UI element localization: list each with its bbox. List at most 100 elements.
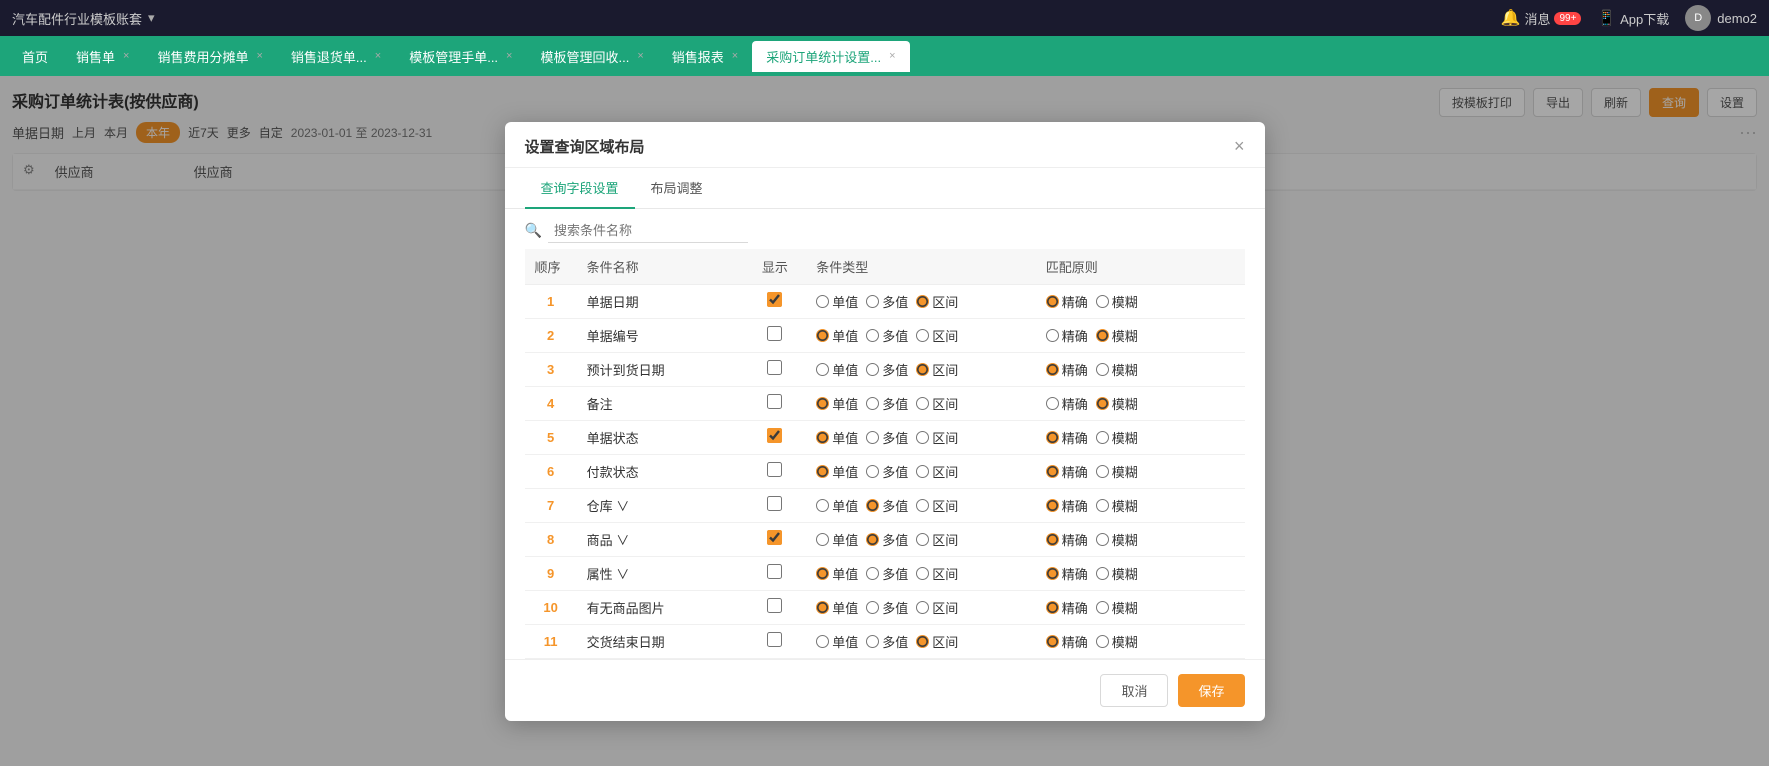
- dialog-tabs: 查询字段设置 布局调整: [505, 168, 1265, 209]
- row-type-cell: 单值多值区间: [806, 590, 1036, 624]
- match-radio-group: 精确模糊: [1046, 292, 1235, 311]
- avatar[interactable]: D demo2: [1685, 5, 1757, 31]
- row-show-cell: [744, 488, 807, 522]
- show-checkbox[interactable]: [767, 394, 782, 409]
- table-row: 7仓库 ∨ 单值多值区间精确模糊: [525, 488, 1245, 522]
- row-condition-name: 属性 ∨: [577, 556, 744, 590]
- row-condition-name: 商品 ∨: [577, 522, 744, 556]
- close-icon[interactable]: ×: [506, 50, 512, 62]
- dialog-close-button[interactable]: ×: [1234, 137, 1245, 155]
- row-show-cell: [744, 318, 807, 352]
- modal-overlay: 设置查询区域布局 × 查询字段设置 布局调整 🔍 顺序 条件名: [0, 76, 1769, 766]
- dialog-table-wrap: 顺序 条件名称 显示 条件类型 匹配原则 1单据日期单值多值区间精确模糊2单据编…: [505, 249, 1265, 659]
- nav-tab-home[interactable]: 首页: [8, 41, 62, 72]
- row-show-cell: [744, 386, 807, 420]
- row-show-cell: [744, 284, 807, 318]
- row-condition-name: 仓库 ∨: [577, 488, 744, 522]
- cancel-button[interactable]: 取消: [1100, 674, 1168, 707]
- show-checkbox[interactable]: [767, 428, 782, 443]
- match-radio-group: 精确模糊: [1046, 326, 1235, 345]
- type-radio-group: 单值多值区间: [816, 598, 1026, 617]
- dialog-title: 设置查询区域布局: [525, 136, 645, 157]
- row-match-cell: 精确模糊: [1036, 386, 1245, 420]
- row-seq: 7: [525, 488, 577, 522]
- show-checkbox[interactable]: [767, 632, 782, 647]
- show-checkbox[interactable]: [767, 326, 782, 341]
- nav-tab-report[interactable]: 销售报表 ×: [658, 41, 752, 72]
- search-input[interactable]: [548, 219, 748, 243]
- row-seq: 6: [525, 454, 577, 488]
- close-icon[interactable]: ×: [637, 50, 643, 62]
- nav-tab-sales[interactable]: 销售单 ×: [62, 41, 143, 72]
- row-show-cell: [744, 352, 807, 386]
- match-radio-group: 精确模糊: [1046, 394, 1235, 413]
- row-condition-name: 单据日期: [577, 284, 744, 318]
- show-checkbox[interactable]: [767, 292, 782, 307]
- save-button[interactable]: 保存: [1178, 674, 1244, 707]
- close-icon[interactable]: ×: [889, 50, 895, 62]
- row-type-cell: 单值多值区间: [806, 488, 1036, 522]
- show-checkbox[interactable]: [767, 598, 782, 613]
- table-row: 2单据编号单值多值区间精确模糊: [525, 318, 1245, 352]
- top-bar-right: 🔔 消息 99+ 📱 App下载 D demo2: [1501, 5, 1757, 31]
- show-checkbox[interactable]: [767, 564, 782, 579]
- type-radio-group: 单值多值区间: [816, 394, 1026, 413]
- notification-icon[interactable]: 🔔 消息 99+: [1501, 8, 1582, 28]
- table-row: 9属性 ∨单值多值区间精确模糊: [525, 556, 1245, 590]
- match-radio-group: 精确模糊: [1046, 598, 1235, 617]
- type-radio-group: 单值多值区间: [816, 530, 1026, 549]
- col-header-show: 显示: [744, 249, 807, 285]
- row-seq: 5: [525, 420, 577, 454]
- row-match-cell: 精确模糊: [1036, 488, 1245, 522]
- close-icon[interactable]: ×: [732, 50, 738, 62]
- type-radio-group: 单值多值区间: [816, 326, 1026, 345]
- row-show-cell: [744, 420, 807, 454]
- nav-tab-expense[interactable]: 销售费用分摊单 ×: [143, 41, 276, 72]
- row-type-cell: 单值多值区间: [806, 522, 1036, 556]
- table-row: 10有无商品图片单值多值区间精确模糊: [525, 590, 1245, 624]
- table-row: 5单据状态单值多值区间精确模糊: [525, 420, 1245, 454]
- match-radio-group: 精确模糊: [1046, 462, 1235, 481]
- match-radio-group: 精确模糊: [1046, 530, 1235, 549]
- dialog-footer: 取消 保存: [505, 659, 1265, 721]
- row-show-cell: [744, 590, 807, 624]
- row-match-cell: 精确模糊: [1036, 352, 1245, 386]
- show-checkbox[interactable]: [767, 496, 782, 511]
- match-radio-group: 精确模糊: [1046, 632, 1235, 651]
- row-seq: 8: [525, 522, 577, 556]
- col-header-name: 条件名称: [577, 249, 744, 285]
- row-condition-name: 交货结束日期: [577, 624, 744, 658]
- col-header-seq: 顺序: [525, 249, 577, 285]
- nav-tab-template2[interactable]: 模板管理回收... ×: [526, 41, 657, 72]
- tab-query-fields[interactable]: 查询字段设置: [525, 168, 635, 209]
- close-icon[interactable]: ×: [375, 50, 381, 62]
- show-checkbox[interactable]: [767, 360, 782, 375]
- close-icon[interactable]: ×: [256, 50, 262, 62]
- row-seq: 2: [525, 318, 577, 352]
- table-row: 3预计到货日期单值多值区间精确模糊: [525, 352, 1245, 386]
- dialog-header: 设置查询区域布局 ×: [505, 122, 1265, 168]
- match-radio-group: 精确模糊: [1046, 360, 1235, 379]
- nav-tab-purchase-stats[interactable]: 采购订单统计设置... ×: [752, 41, 909, 72]
- row-seq: 11: [525, 624, 577, 658]
- row-type-cell: 单值多值区间: [806, 386, 1036, 420]
- tab-layout-adjust[interactable]: 布局调整: [635, 168, 719, 209]
- close-icon[interactable]: ×: [123, 50, 129, 62]
- nav-tab-template1[interactable]: 模板管理手单... ×: [395, 41, 526, 72]
- row-type-cell: 单值多值区间: [806, 318, 1036, 352]
- show-checkbox[interactable]: [767, 462, 782, 477]
- row-show-cell: [744, 454, 807, 488]
- row-condition-name: 预计到货日期: [577, 352, 744, 386]
- row-match-cell: 精确模糊: [1036, 522, 1245, 556]
- type-radio-group: 单值多值区间: [816, 462, 1026, 481]
- type-radio-group: 单值多值区间: [816, 428, 1026, 447]
- row-type-cell: 单值多值区间: [806, 624, 1036, 658]
- row-match-cell: 精确模糊: [1036, 318, 1245, 352]
- nav-tab-return[interactable]: 销售退货单... ×: [277, 41, 395, 72]
- row-match-cell: 精确模糊: [1036, 624, 1245, 658]
- match-radio-group: 精确模糊: [1046, 428, 1235, 447]
- show-checkbox[interactable]: [767, 530, 782, 545]
- download-icon[interactable]: 📱 App下载: [1597, 9, 1669, 28]
- conditions-table: 顺序 条件名称 显示 条件类型 匹配原则 1单据日期单值多值区间精确模糊2单据编…: [525, 249, 1245, 659]
- row-seq: 1: [525, 284, 577, 318]
